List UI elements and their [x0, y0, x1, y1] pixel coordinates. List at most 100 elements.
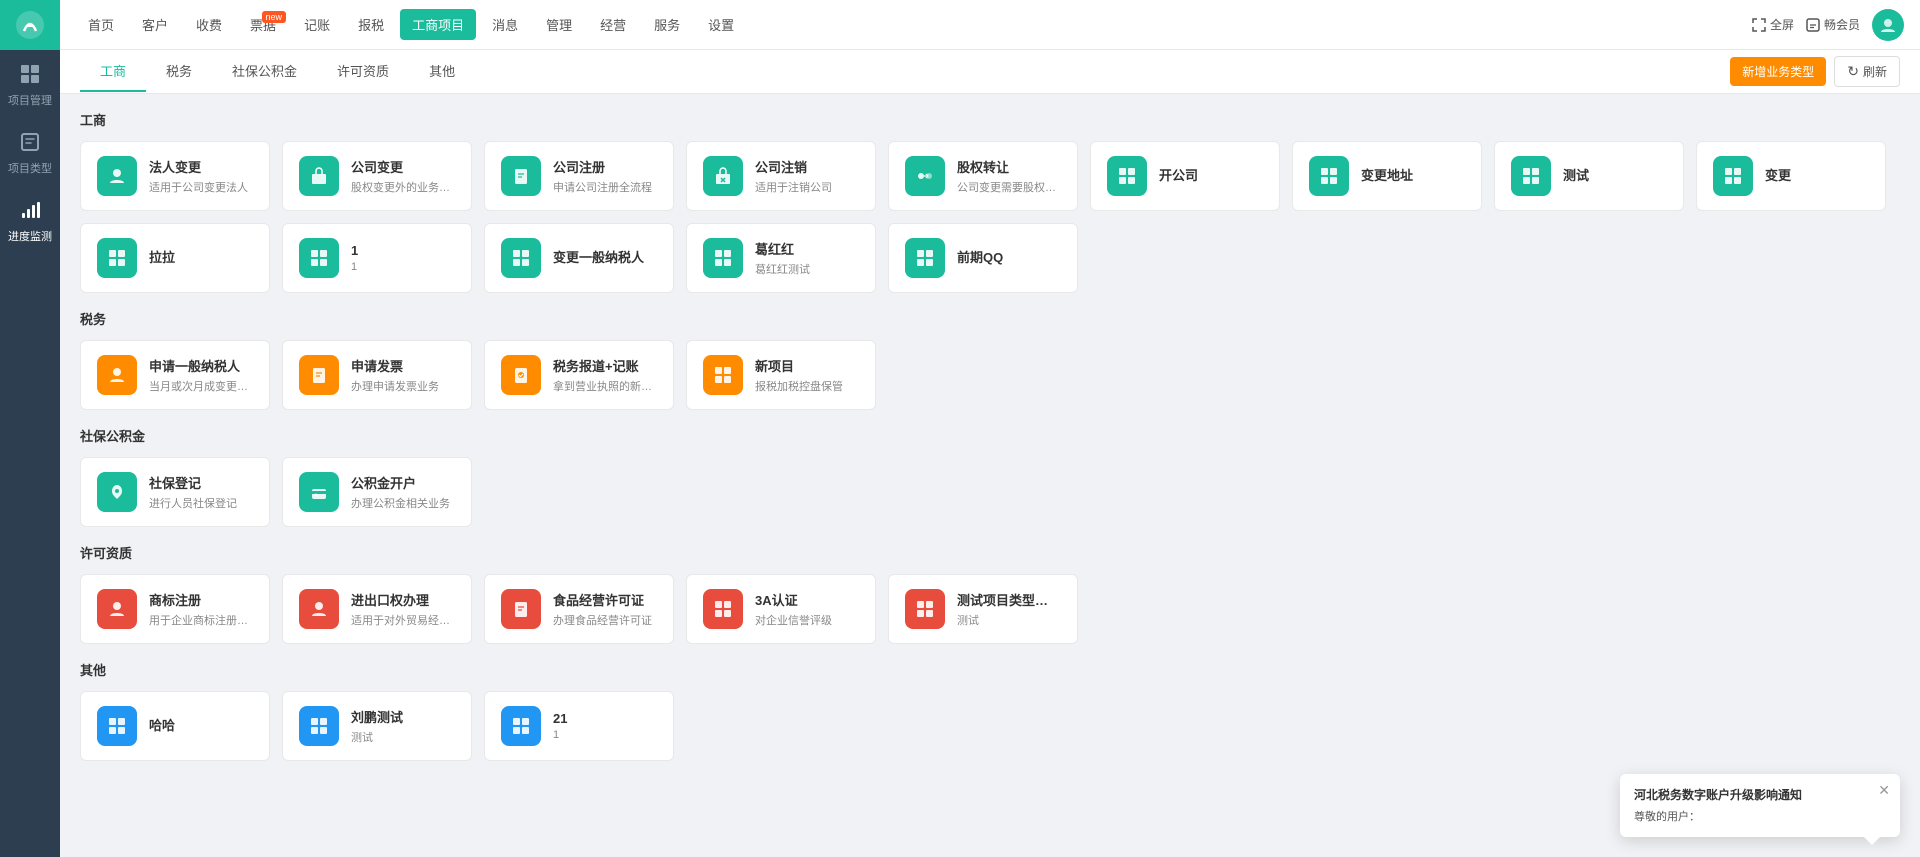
- change1-info: 变更: [1765, 165, 1869, 187]
- user-avatar[interactable]: [1872, 9, 1904, 41]
- sidebar-item-progress-monitor[interactable]: 进度监测: [0, 186, 60, 254]
- change-address-icon: [1309, 156, 1349, 196]
- company-register-desc: 申请公司注册全流程: [553, 179, 657, 195]
- tax-report-title: 税务报道+记账: [553, 356, 657, 375]
- card-open-company[interactable]: 开公司: [1090, 141, 1280, 211]
- card-fund-account[interactable]: 公积金开户 办理公积金相关业务: [282, 457, 472, 527]
- refresh-icon: ↻: [1847, 63, 1859, 80]
- card-company-cancel[interactable]: 公司注销 适用于注销公司: [686, 141, 876, 211]
- card-tax-report[interactable]: 税务报道+记账 拿到营业执照的新公司: [484, 340, 674, 410]
- test-type-info: 测试项目类型目定义 测试: [957, 590, 1061, 628]
- nav-home[interactable]: 首页: [76, 9, 126, 40]
- tabs-list: 工商 税务 社保公积金 许可资质 其他: [80, 51, 475, 92]
- trademark-desc: 用于企业商标注册服务: [149, 612, 253, 628]
- fullscreen-btn[interactable]: 全屏: [1752, 16, 1794, 33]
- card-change-taxpayer[interactable]: 变更一般纳税人: [484, 223, 674, 293]
- card-company-change[interactable]: 公司变更 股权变更外的业务变更: [282, 141, 472, 211]
- tab-bizreg[interactable]: 工商: [80, 51, 146, 92]
- card-food-license[interactable]: 食品经营许可证 办理食品经营许可证: [484, 574, 674, 644]
- social-register-title: 社保登记: [149, 473, 253, 492]
- card-pre-qq[interactable]: 前期QQ: [888, 223, 1078, 293]
- card-equity-transfer[interactable]: 股权转让 公司变更需要股权转让: [888, 141, 1078, 211]
- apply-taxpayer-desc: 当月或次月成变更完成: [149, 378, 253, 394]
- fund-account-info: 公积金开户 办理公积金相关业务: [351, 473, 455, 511]
- company-cancel-icon: [703, 156, 743, 196]
- tab-license[interactable]: 许可资质: [317, 51, 409, 92]
- tab-tax[interactable]: 税务: [146, 51, 212, 92]
- nav-tickets[interactable]: 票据 new: [238, 9, 288, 40]
- lala-info: 拉拉: [149, 247, 253, 269]
- legal-change-title: 法人变更: [149, 157, 253, 176]
- open-company-info: 开公司: [1159, 165, 1263, 187]
- nav-tax[interactable]: 报税: [346, 9, 396, 40]
- lala-icon: [97, 238, 137, 278]
- equity-transfer-info: 股权转让 公司变更需要股权转让: [957, 157, 1061, 195]
- num21-title: 21: [553, 711, 657, 726]
- fund-account-icon: [299, 472, 339, 512]
- company-cancel-info: 公司注销 适用于注销公司: [755, 157, 859, 195]
- member-btn[interactable]: 畅会员: [1806, 16, 1860, 33]
- card-liupeng-test[interactable]: 刘鹏测试 测试: [282, 691, 472, 761]
- sidebar-logo: [0, 0, 60, 50]
- project-type-icon: [16, 128, 44, 156]
- new-type-button[interactable]: 新增业务类型: [1730, 57, 1826, 86]
- nav-messages[interactable]: 消息: [480, 9, 530, 40]
- card-new-project[interactable]: 新项目 报税加税控盘保管: [686, 340, 876, 410]
- nav-manage[interactable]: 管理: [534, 9, 584, 40]
- nav-service[interactable]: 服务: [642, 9, 692, 40]
- card-3a-cert[interactable]: 3A认证 对企业信誉评级: [686, 574, 876, 644]
- tab-other[interactable]: 其他: [409, 51, 475, 92]
- fullscreen-icon: [1752, 18, 1766, 32]
- card-change-address[interactable]: 变更地址: [1292, 141, 1482, 211]
- nav-billing[interactable]: 收费: [184, 9, 234, 40]
- 3a-cert-title: 3A认证: [755, 590, 859, 609]
- card-apply-invoice[interactable]: 申请发票 办理申请发票业务: [282, 340, 472, 410]
- card-legal-change[interactable]: 法人变更 适用于公司变更法人: [80, 141, 270, 211]
- card-lala[interactable]: 拉拉: [80, 223, 270, 293]
- main-wrapper: 首页 客户 收费 票据 new 记账 报税 工商项目 消息 管理 经营 服务 设…: [60, 0, 1920, 857]
- lala-title: 拉拉: [149, 247, 253, 266]
- social-register-desc: 进行人员社保登记: [149, 495, 253, 511]
- card-import-export[interactable]: 进出口权办理 适用于对外贸易经营者: [282, 574, 472, 644]
- card-haha[interactable]: 哈哈: [80, 691, 270, 761]
- card-trademark[interactable]: 商标注册 用于企业商标注册服务: [80, 574, 270, 644]
- card-mohonghong[interactable]: 葛红红 葛红红测试: [686, 223, 876, 293]
- card-test1[interactable]: 测试: [1494, 141, 1684, 211]
- sidebar-item-project-type[interactable]: 项目类型: [0, 118, 60, 186]
- notification-close-btn[interactable]: ✕: [1878, 782, 1890, 799]
- change-address-info: 变更地址: [1361, 165, 1465, 187]
- card-test-type[interactable]: 测试项目类型目定义 测试: [888, 574, 1078, 644]
- nav-bizreg[interactable]: 工商项目: [400, 9, 476, 40]
- nav-customer[interactable]: 客户: [130, 9, 180, 40]
- company-register-title: 公司注册: [553, 157, 657, 176]
- card-social-register[interactable]: 社保登记 进行人员社保登记: [80, 457, 270, 527]
- scrollable-content: 工商 法人变更 适用于公司变更法人 公司变更: [60, 94, 1920, 857]
- mohonghong-info: 葛红红 葛红红测试: [755, 239, 859, 277]
- company-register-info: 公司注册 申请公司注册全流程: [553, 157, 657, 195]
- sidebar-item-progress-monitor-label: 进度监测: [8, 228, 52, 244]
- tabs-actions: 新增业务类型 ↻ 刷新: [1730, 56, 1900, 87]
- sidebar-item-project-mgmt[interactable]: 项目管理: [0, 50, 60, 118]
- test-type-icon: [905, 589, 945, 629]
- company-register-icon: [501, 156, 541, 196]
- nav-operation[interactable]: 经营: [588, 9, 638, 40]
- nav-accounting[interactable]: 记账: [292, 9, 342, 40]
- tab-social[interactable]: 社保公积金: [212, 51, 317, 92]
- mohonghong-title: 葛红红: [755, 239, 859, 258]
- test-type-desc: 测试: [957, 612, 1061, 628]
- license-cards: 商标注册 用于企业商标注册服务 进出口权办理 适用于对外贸易经营者: [80, 574, 1900, 644]
- food-license-info: 食品经营许可证 办理食品经营许可证: [553, 590, 657, 628]
- card-change1[interactable]: 变更: [1696, 141, 1886, 211]
- nav-settings[interactable]: 设置: [696, 9, 746, 40]
- tax-cards: 申请一般纳税人 当月或次月成变更完成 申请发票 办理申请发票业务: [80, 340, 1900, 410]
- refresh-button[interactable]: ↻ 刷新: [1834, 56, 1900, 87]
- topnav: 首页 客户 收费 票据 new 记账 报税 工商项目 消息 管理 经营 服务 设…: [60, 0, 1920, 50]
- card-num21[interactable]: 21 1: [484, 691, 674, 761]
- member-icon: [1806, 18, 1820, 32]
- card-apply-taxpayer[interactable]: 申请一般纳税人 当月或次月成变更完成: [80, 340, 270, 410]
- num21-desc: 1: [553, 729, 657, 741]
- company-change-icon: [299, 156, 339, 196]
- card-num1[interactable]: 1 1: [282, 223, 472, 293]
- apply-taxpayer-title: 申请一般纳税人: [149, 356, 253, 375]
- card-company-register[interactable]: 公司注册 申请公司注册全流程: [484, 141, 674, 211]
